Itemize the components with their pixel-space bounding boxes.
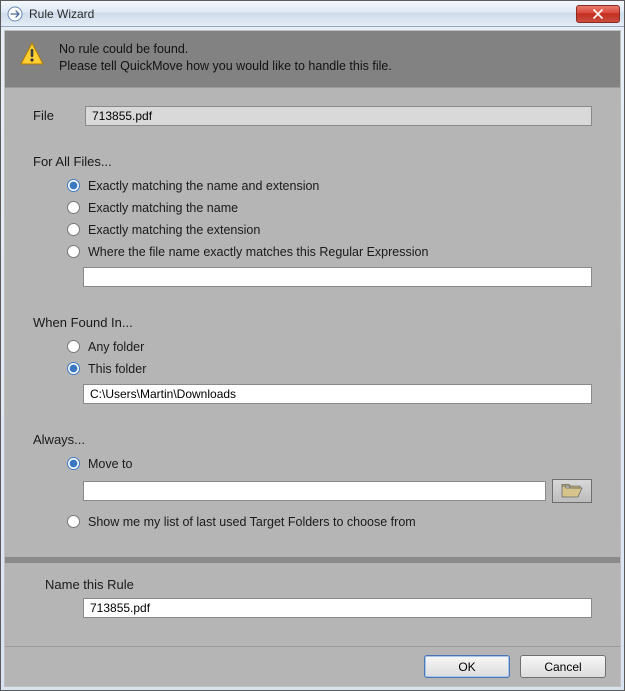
radio-ext-label: Exactly matching the extension bbox=[88, 223, 260, 237]
client-area: No rule could be found. Please tell Quic… bbox=[4, 30, 621, 687]
section-found-title: When Found In... bbox=[33, 315, 592, 330]
radio-name-input[interactable] bbox=[67, 201, 80, 214]
radio-name-ext-input[interactable] bbox=[67, 179, 80, 192]
file-label: File bbox=[33, 108, 85, 123]
radio-regex-input[interactable] bbox=[67, 245, 80, 258]
window-title: Rule Wizard bbox=[29, 7, 576, 21]
radio-this-folder-label: This folder bbox=[88, 362, 146, 376]
rule-wizard-window: Rule Wizard No rule could be found. Plea… bbox=[0, 0, 625, 691]
app-icon bbox=[7, 6, 23, 22]
ok-button[interactable]: OK bbox=[424, 655, 510, 678]
folder-icon bbox=[561, 483, 583, 499]
radio-showlist-label: Show me my list of last used Target Fold… bbox=[88, 515, 416, 529]
browse-button[interactable] bbox=[552, 479, 592, 503]
content: File For All Files... Exactly matching t… bbox=[5, 88, 620, 646]
radio-this-folder-input[interactable] bbox=[67, 362, 80, 375]
radio-regex-label: Where the file name exactly matches this… bbox=[88, 245, 428, 259]
radio-showlist[interactable]: Show me my list of last used Target Fold… bbox=[33, 511, 592, 533]
file-field[interactable] bbox=[85, 106, 592, 126]
radio-this-folder[interactable]: This folder bbox=[33, 358, 592, 380]
warning-icon bbox=[19, 41, 45, 67]
name-rule-label: Name this Rule bbox=[45, 577, 592, 592]
dialog-footer: OK Cancel bbox=[5, 646, 620, 686]
radio-showlist-input[interactable] bbox=[67, 515, 80, 528]
moveto-input[interactable] bbox=[83, 481, 546, 501]
radio-moveto-label: Move to bbox=[88, 457, 132, 471]
close-button[interactable] bbox=[576, 5, 620, 23]
regex-input[interactable] bbox=[83, 267, 592, 287]
radio-moveto-input[interactable] bbox=[67, 457, 80, 470]
radio-any-folder-input[interactable] bbox=[67, 340, 80, 353]
cancel-button[interactable]: Cancel bbox=[520, 655, 606, 678]
name-rule-input[interactable] bbox=[83, 598, 592, 618]
radio-moveto[interactable]: Move to bbox=[33, 453, 592, 475]
radio-name-ext-label: Exactly matching the name and extension bbox=[88, 179, 319, 193]
radio-any-folder[interactable]: Any folder bbox=[33, 336, 592, 358]
section-all-files-title: For All Files... bbox=[33, 154, 592, 169]
titlebar: Rule Wizard bbox=[1, 1, 624, 27]
radio-name-ext[interactable]: Exactly matching the name and extension bbox=[33, 175, 592, 197]
info-line2: Please tell QuickMove how you would like… bbox=[59, 58, 392, 75]
folder-input[interactable] bbox=[83, 384, 592, 404]
radio-regex[interactable]: Where the file name exactly matches this… bbox=[33, 241, 592, 263]
name-rule-section: Name this Rule bbox=[33, 563, 592, 618]
radio-name[interactable]: Exactly matching the name bbox=[33, 197, 592, 219]
info-bar: No rule could be found. Please tell Quic… bbox=[5, 31, 620, 88]
info-text: No rule could be found. Please tell Quic… bbox=[59, 41, 392, 75]
radio-name-label: Exactly matching the name bbox=[88, 201, 238, 215]
info-line1: No rule could be found. bbox=[59, 41, 392, 58]
radio-any-folder-label: Any folder bbox=[88, 340, 144, 354]
section-always-title: Always... bbox=[33, 432, 592, 447]
radio-ext[interactable]: Exactly matching the extension bbox=[33, 219, 592, 241]
radio-ext-input[interactable] bbox=[67, 223, 80, 236]
